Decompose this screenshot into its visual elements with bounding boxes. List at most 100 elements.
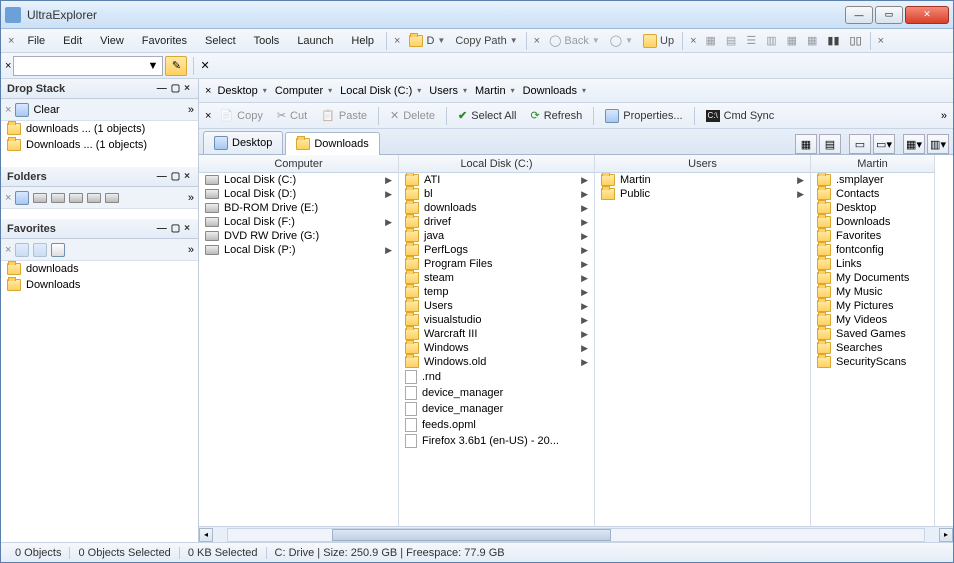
breadcrumb-item[interactable]: Downloads▾ <box>519 83 590 99</box>
delete-button[interactable]: ✕Delete <box>384 107 441 124</box>
file-row[interactable]: Windows.old▶ <box>399 355 594 369</box>
fav-icon[interactable] <box>33 243 47 257</box>
favorites-item[interactable]: downloads <box>1 261 198 277</box>
view-tiles-button[interactable]: ▦ <box>803 32 821 49</box>
file-row[interactable]: fontconfig <box>811 243 934 257</box>
fav-rename-icon[interactable] <box>51 243 65 257</box>
view-btn-1[interactable]: ▦ <box>795 134 817 154</box>
menu-favorites[interactable]: Favorites <box>134 32 195 50</box>
file-row[interactable]: .smplayer <box>811 173 934 187</box>
view-btn-3[interactable]: ▭ <box>849 134 871 154</box>
folders-restore-icon[interactable]: ▢ <box>169 171 182 182</box>
chevron-right-icon[interactable]: » <box>188 192 194 204</box>
go-button[interactable]: ✎ <box>165 56 187 76</box>
file-row[interactable]: visualstudio▶ <box>399 313 594 327</box>
nav-close-icon[interactable]: × <box>531 35 543 47</box>
drive-icon[interactable] <box>51 193 65 203</box>
view-thumb-button[interactable]: ▦ <box>783 32 801 49</box>
paste-button[interactable]: 📋Paste <box>315 107 373 124</box>
view-dual-button[interactable]: ▯▯ <box>846 32 866 49</box>
folders-minimize-icon[interactable]: — <box>155 171 169 182</box>
file-row[interactable]: Desktop <box>811 201 934 215</box>
folders-close-icon[interactable]: × <box>182 171 192 182</box>
menu-launch[interactable]: Launch <box>289 32 341 50</box>
file-row[interactable]: .rnd <box>399 369 594 385</box>
file-row[interactable]: Users▶ <box>399 299 594 313</box>
menu-edit[interactable]: Edit <box>55 32 90 50</box>
view-btn-6[interactable]: ▥▾ <box>927 134 949 154</box>
view-btn-4[interactable]: ▭▾ <box>873 134 895 154</box>
file-row[interactable]: PerfLogs▶ <box>399 243 594 257</box>
menu-select[interactable]: Select <box>197 32 244 50</box>
file-row[interactable]: SecurityScans <box>811 355 934 369</box>
maximize-button[interactable]: ▭ <box>875 6 903 24</box>
cut-button[interactable]: ✂Cut <box>271 107 313 124</box>
favorites-restore-icon[interactable]: ▢ <box>169 223 182 234</box>
close-tab-icon[interactable]: ✕ <box>200 59 209 72</box>
file-row[interactable]: Local Disk (C:)▶ <box>199 173 398 187</box>
file-row[interactable]: temp▶ <box>399 285 594 299</box>
menu-file[interactable]: File <box>19 32 53 50</box>
tab[interactable]: Downloads <box>285 132 379 155</box>
actionbar-close-icon[interactable]: × <box>205 110 211 122</box>
up-button[interactable]: Up <box>639 32 678 50</box>
back-button[interactable]: ◯ Back▼ <box>545 32 604 49</box>
dropstack-clear-button[interactable]: Clear <box>33 104 59 116</box>
file-row[interactable]: device_manager <box>399 385 594 401</box>
file-row[interactable]: Warcraft III▶ <box>399 327 594 341</box>
dropstack-minimize-icon[interactable]: — <box>155 83 169 94</box>
breadcrumb-item[interactable]: Computer▾ <box>271 83 336 99</box>
favorites-minimize-icon[interactable]: — <box>155 223 169 234</box>
file-row[interactable]: My Videos <box>811 313 934 327</box>
file-row[interactable]: downloads▶ <box>399 201 594 215</box>
file-row[interactable]: Public▶ <box>595 187 810 201</box>
minimize-button[interactable]: — <box>845 6 873 24</box>
drive-icon[interactable] <box>87 193 101 203</box>
file-row[interactable]: drivef▶ <box>399 215 594 229</box>
view-columns-button[interactable]: ▮▮ <box>823 32 843 49</box>
file-row[interactable]: ATI▶ <box>399 173 594 187</box>
select-all-button[interactable]: ✔Select All <box>452 107 522 124</box>
file-row[interactable]: Windows▶ <box>399 341 594 355</box>
favorites-close-icon[interactable]: × <box>182 223 192 234</box>
breadcrumb-item[interactable]: Martin▾ <box>471 83 519 99</box>
chevron-right-icon[interactable]: » <box>188 244 194 256</box>
menu-tools[interactable]: Tools <box>246 32 288 50</box>
file-row[interactable]: Saved Games <box>811 327 934 341</box>
file-row[interactable]: Martin▶ <box>595 173 810 187</box>
file-row[interactable]: Contacts <box>811 187 934 201</box>
column-header[interactable]: Users <box>595 155 810 173</box>
file-row[interactable]: My Pictures <box>811 299 934 313</box>
drive-icon[interactable] <box>105 193 119 203</box>
address-combo[interactable]: ▼ <box>13 56 163 76</box>
scroll-right-button[interactable]: ▸ <box>939 528 953 542</box>
file-row[interactable]: Firefox 3.6b1 (en-US) - 20... <box>399 433 594 449</box>
file-row[interactable]: feeds.opml <box>399 417 594 433</box>
favorites-tb-close-icon[interactable]: × <box>5 244 11 256</box>
fav-icon[interactable] <box>15 243 29 257</box>
file-row[interactable]: My Music <box>811 285 934 299</box>
view-btn-5[interactable]: ▦▾ <box>903 134 925 154</box>
refresh-button[interactable]: ⟳Refresh <box>525 107 589 124</box>
chevron-down-icon[interactable]: ▾ <box>417 86 421 95</box>
file-row[interactable]: DVD RW Drive (G:) <box>199 229 398 243</box>
menu-help[interactable]: Help <box>343 32 382 50</box>
file-row[interactable]: My Documents <box>811 271 934 285</box>
file-row[interactable]: Local Disk (F:)▶ <box>199 215 398 229</box>
menu-view[interactable]: View <box>92 32 132 50</box>
close-button[interactable]: ✕ <box>905 6 949 24</box>
column-header[interactable]: Local Disk (C:) <box>399 155 594 173</box>
file-row[interactable]: steam▶ <box>399 271 594 285</box>
view-btn-2[interactable]: ▤ <box>819 134 841 154</box>
file-row[interactable]: BD-ROM Drive (E:) <box>199 201 398 215</box>
view-details-button[interactable]: ▥ <box>762 32 780 49</box>
favorites-item[interactable]: Downloads <box>1 277 198 293</box>
drive-icon[interactable] <box>69 193 83 203</box>
view-icons-button[interactable]: ▦ <box>702 32 720 49</box>
copy-button[interactable]: 📄Copy <box>213 107 268 124</box>
chevron-right-icon[interactable]: » <box>941 110 947 122</box>
folders-tb-close-icon[interactable]: × <box>5 192 11 204</box>
view-small-button[interactable]: ▤ <box>722 32 740 49</box>
file-row[interactable]: device_manager <box>399 401 594 417</box>
horizontal-scrollbar[interactable]: ◂ ▸ <box>199 526 953 542</box>
